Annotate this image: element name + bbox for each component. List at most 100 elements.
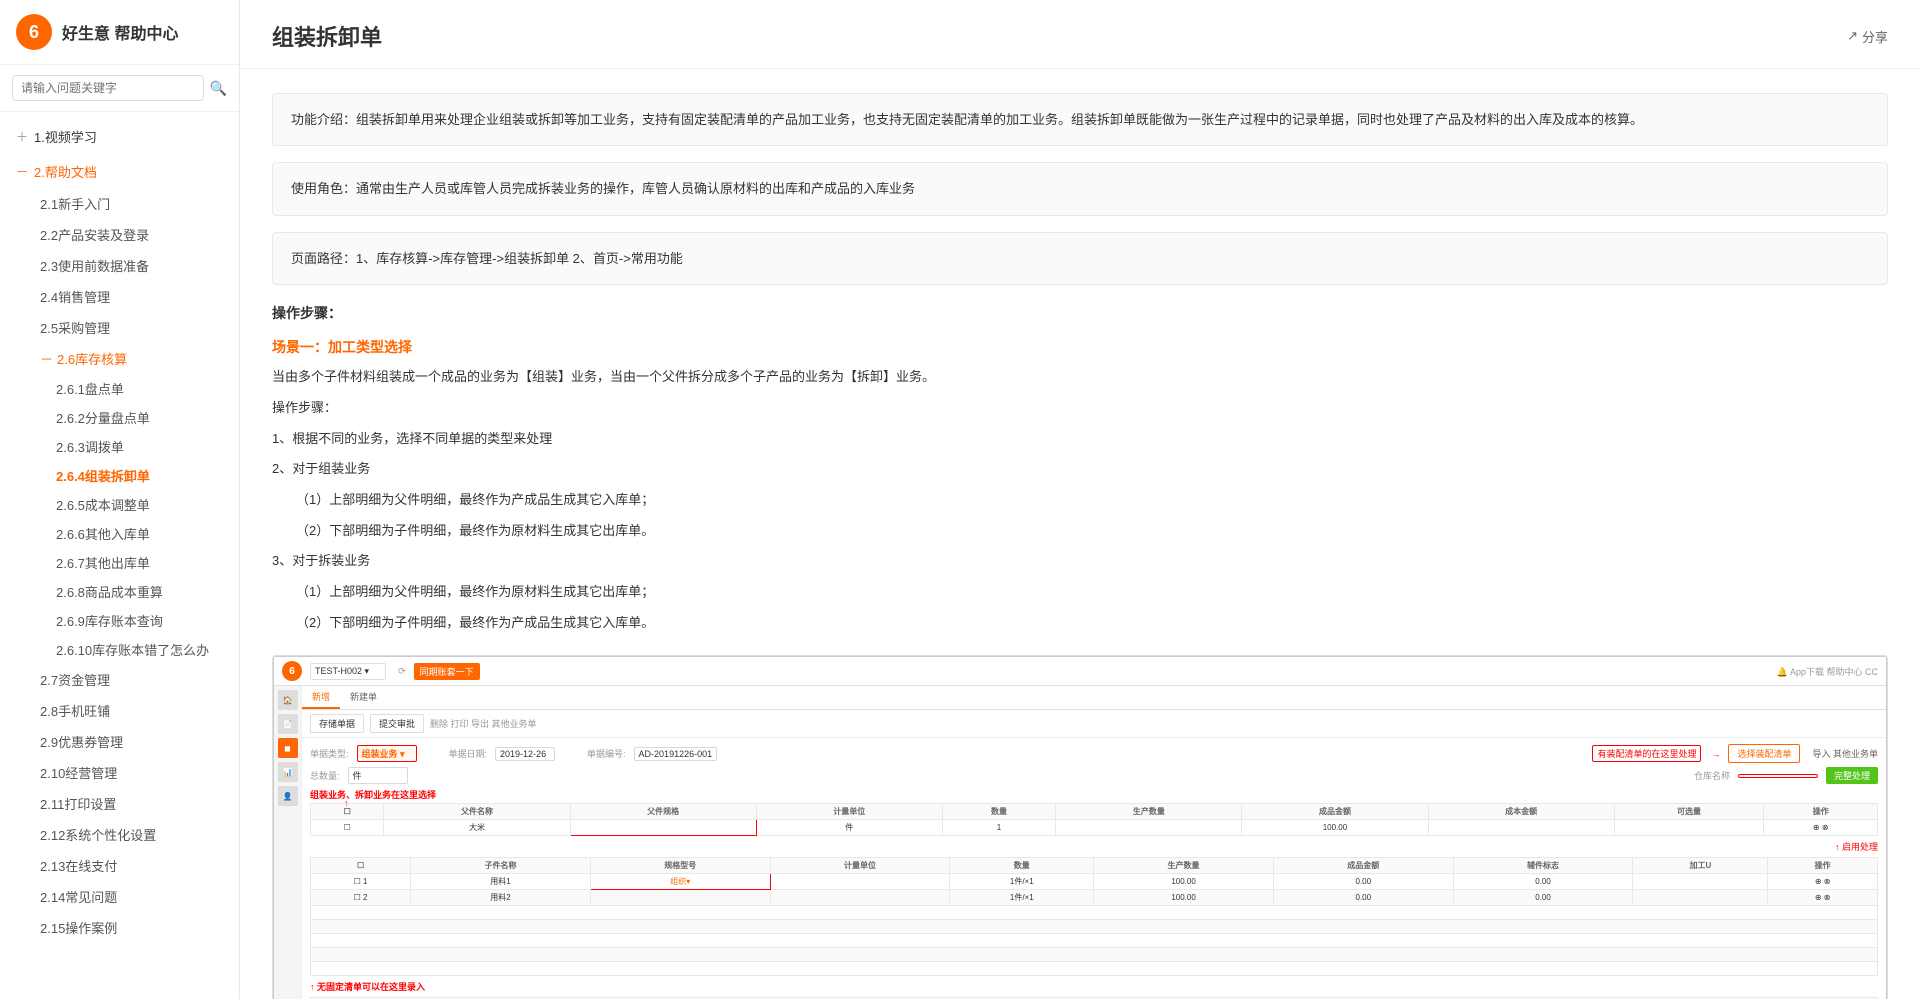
screenshot-td-spec bbox=[570, 820, 756, 836]
sidebar-item-cost-recalc[interactable]: 2.6.8商品成本重算 bbox=[40, 577, 239, 606]
screenshot-th2-checkbox: ☐ bbox=[311, 858, 411, 874]
screenshot-icon-person: 👤 bbox=[278, 786, 298, 806]
screenshot-td-ops: ⊕ ⊗ bbox=[1764, 820, 1878, 836]
screenshot-td2-3-empty bbox=[311, 906, 1878, 920]
inventory-subitems: 2.6.1盘点单 2.6.2分量盘点单 2.6.3调拨单 2.6.4组装拆卸单 … bbox=[24, 374, 239, 664]
sidebar-item-docs[interactable]: － 2.帮助文档 bbox=[0, 155, 239, 188]
screenshot-table2-header-row: ☐ 子件名称 规格型号 计量单位 数量 生产数量 成品金额 辅件标志 加工U bbox=[311, 858, 1878, 874]
sidebar-item-install[interactable]: 2.2产品安装及登录 bbox=[24, 219, 239, 250]
screenshot-annotation3: ↑ 启用处理 bbox=[1835, 840, 1878, 853]
share-button[interactable]: ↗ 分享 bbox=[1847, 27, 1888, 46]
screenshot-th2-qty: 数量 bbox=[950, 858, 1094, 874]
sidebar-item-other-out[interactable]: 2.6.7其他出库单 bbox=[40, 548, 239, 577]
sidebar-item-data-prep[interactable]: 2.3使用前数据准备 bbox=[24, 250, 239, 281]
sidebar-item-inventory[interactable]: － 2.6库存核算 bbox=[24, 343, 239, 374]
sidebar-item-newbie[interactable]: 2.1新手入门 bbox=[24, 188, 239, 219]
logo-text: 好生意 帮助中心 bbox=[62, 20, 178, 44]
screenshot-td-avail bbox=[1614, 820, 1764, 836]
sidebar-item-purchase[interactable]: 2.5采购管理 bbox=[24, 312, 239, 343]
sidebar-item-sales[interactable]: 2.4销售管理 bbox=[24, 281, 239, 312]
screenshot-td-name: 大米 bbox=[384, 820, 570, 836]
screenshot-btn-confirm: 完整处理 bbox=[1826, 767, 1878, 784]
screenshot-th-cost-amt: 成本金额 bbox=[1428, 804, 1614, 820]
scenario-desc: 当由多个子件材料组装成一个成品的业务为【组装】业务，当由一个父件拆分成多个子产品… bbox=[272, 365, 1888, 390]
screenshot-btn-assembly: 选择装配清单 bbox=[1728, 744, 1800, 763]
sidebar-item-stocktake[interactable]: 2.6.1盘点单 bbox=[40, 374, 239, 403]
screenshot-num-label: 单据编号: bbox=[587, 747, 626, 760]
screenshot-th-parent-name: 父件名称 bbox=[384, 804, 570, 820]
sidebar-item-ledger-fix[interactable]: 2.6.10库存账本错了怎么办 bbox=[40, 635, 239, 664]
sidebar-item-coupon[interactable]: 2.9优惠券管理 bbox=[24, 726, 239, 757]
screenshot-td2-1-prod-amt: 0.00 bbox=[1273, 874, 1453, 890]
screenshot-td2-2-name: 用料2 bbox=[411, 890, 591, 906]
screenshot-td2-4-empty bbox=[311, 920, 1878, 934]
sidebar-item-transfer[interactable]: 2.6.3调拨单 bbox=[40, 432, 239, 461]
screenshot-btn-more: 导入 其他业务单 bbox=[1812, 747, 1878, 760]
sidebar-item-ops[interactable]: 2.10经营管理 bbox=[24, 757, 239, 788]
sidebar-item-partial-stocktake[interactable]: 2.6.2分量盘点单 bbox=[40, 403, 239, 432]
screenshot-table1-header-row: ☐ 父件名称 父件规格 计量单位 数量 生产数量 成品金额 成本金额 可选量 bbox=[311, 804, 1878, 820]
screenshot-annotation2-container: 组装业务、拆卸业务在这里选择 ↑ bbox=[310, 788, 1878, 801]
screenshot-form-area: 单据类型: 组装业务 ▾ 单据日期: 2019-12-26 单据编号: AD-2… bbox=[302, 738, 1886, 999]
screenshot-type-value: 组装业务 ▾ bbox=[357, 745, 417, 762]
share-icon: ↗ bbox=[1847, 28, 1858, 44]
screenshot-td2-1-unit bbox=[770, 874, 950, 890]
screenshot-td-checkbox: ☐ bbox=[311, 820, 384, 836]
screenshot-container: 6 TEST-H002 ▾ ⟳ 同期账套一下 🔔 App下载 帮助中心 CC 🏠… bbox=[272, 655, 1888, 999]
screenshot-form-row2: 总数量: 件 仓库名称 完整处理 bbox=[310, 767, 1878, 784]
sidebar-item-payment[interactable]: 2.13在线支付 bbox=[24, 850, 239, 881]
screenshot-left-icons: 🏠 📄 ◼ 📊 👤 bbox=[274, 686, 302, 999]
sidebar-item-mobile[interactable]: 2.8手机旺铺 bbox=[24, 695, 239, 726]
screenshot-warehouse-label: 仓库名称 bbox=[1694, 769, 1730, 782]
screenshot-tab-new: 新增 bbox=[302, 686, 340, 709]
screenshot-icon-doc: 📄 bbox=[278, 714, 298, 734]
screenshot-td2-1-name: 用料1 bbox=[411, 874, 591, 890]
screenshot-th-unit: 计量单位 bbox=[756, 804, 942, 820]
screenshot-th-available: 可选量 bbox=[1614, 804, 1764, 820]
step1: 1、根据不同的业务，选择不同单据的类型来处理 bbox=[272, 427, 1888, 452]
screenshot-date-label: 单据日期: bbox=[449, 747, 488, 760]
sidebar-item-videos[interactable]: ＋ 1.视频学习 bbox=[0, 120, 239, 153]
steps-label: 操作步骤： bbox=[272, 396, 1888, 421]
screenshot-td2-2-spec bbox=[590, 890, 770, 906]
search-button[interactable]: 🔍 bbox=[210, 80, 227, 97]
sidebar: 6 好生意 帮助中心 🔍 ＋ 1.视频学习 － 2.帮助文档 2.1新手入门 2… bbox=[0, 0, 240, 999]
screenshot-td2-2-flag: 0.00 bbox=[1453, 890, 1633, 906]
scenario-title: 场景一：加工类型选择 bbox=[272, 337, 1888, 357]
sidebar-item-cases[interactable]: 2.15操作案例 bbox=[24, 912, 239, 943]
screenshot-annotation1: 有装配清单的在这里处理 bbox=[1592, 745, 1701, 762]
sidebar-item-cost-adjust[interactable]: 2.6.5成本调整单 bbox=[40, 490, 239, 519]
screenshot-annotation3-container: ↑ 启用处理 bbox=[310, 840, 1878, 853]
screenshot-apps: 🔔 App下载 帮助中心 CC bbox=[1777, 665, 1878, 678]
role-text: 使用角色：通常由生产人员或库管人员完成拆装业务的操作，库管人员确认原材料的出库和… bbox=[291, 181, 915, 196]
sidebar-item-assembly[interactable]: 2.6.4组装拆卸单 bbox=[40, 461, 239, 490]
screenshot-td2-2-ops: ⊕ ⊗ bbox=[1768, 890, 1878, 906]
screenshot-th-qty: 数量 bbox=[942, 804, 1055, 820]
search-input[interactable] bbox=[12, 75, 204, 101]
logo-icon: 6 bbox=[16, 14, 52, 50]
plus-icon: ＋ bbox=[16, 128, 28, 145]
screenshot-number-value: 件 bbox=[348, 767, 408, 784]
sidebar-item-faq[interactable]: 2.14常见问题 bbox=[24, 881, 239, 912]
screenshot-annotation4-container: ↑ 无固定清单可以在这里录入 bbox=[310, 980, 1878, 993]
sidebar-item-ledger-query[interactable]: 2.6.9库存账本查询 bbox=[40, 606, 239, 635]
sidebar-item-settings[interactable]: 2.12系统个性化设置 bbox=[24, 819, 239, 850]
screenshot-table2-row3 bbox=[311, 906, 1878, 920]
screenshot-td-prod-amt: 100.00 bbox=[1242, 820, 1428, 836]
screenshot-th2-unit: 计量单位 bbox=[770, 858, 950, 874]
screenshot-more-btns: 删除 打印 导出 其他业务单 bbox=[430, 717, 537, 730]
sidebar-item-other-in[interactable]: 2.6.6其他入库单 bbox=[40, 519, 239, 548]
step3-2: （2）下部明细为子件明细，最终作为产成品生成其它入库单。 bbox=[272, 611, 1888, 636]
screenshot-td2-2-prod-qty: 100.00 bbox=[1094, 890, 1274, 906]
path-text: 页面路径：1、库存核算->库存管理->组装拆卸单 2、首页->常用功能 bbox=[291, 251, 683, 266]
sidebar-item-print[interactable]: 2.11打印设置 bbox=[24, 788, 239, 819]
sidebar-item-finance[interactable]: 2.7资金管理 bbox=[24, 664, 239, 695]
sidebar-nav: ＋ 1.视频学习 － 2.帮助文档 2.1新手入门 2.2产品安装及登录 2.3… bbox=[0, 112, 239, 999]
screenshot-td2-2-process bbox=[1633, 890, 1768, 906]
main-content-area: 组装拆卸单 ↗ 分享 功能介绍：组装拆卸单用来处理企业组装或拆卸等加工业务，支持… bbox=[240, 0, 1920, 999]
minus-icon: － bbox=[16, 163, 28, 180]
screenshot-type-label: 单据类型: bbox=[310, 747, 349, 760]
screenshot-icon-active: ◼ bbox=[278, 738, 298, 758]
screenshot-td2-1-flag: 0.00 bbox=[1453, 874, 1633, 890]
screenshot-td-cost-amt bbox=[1428, 820, 1614, 836]
